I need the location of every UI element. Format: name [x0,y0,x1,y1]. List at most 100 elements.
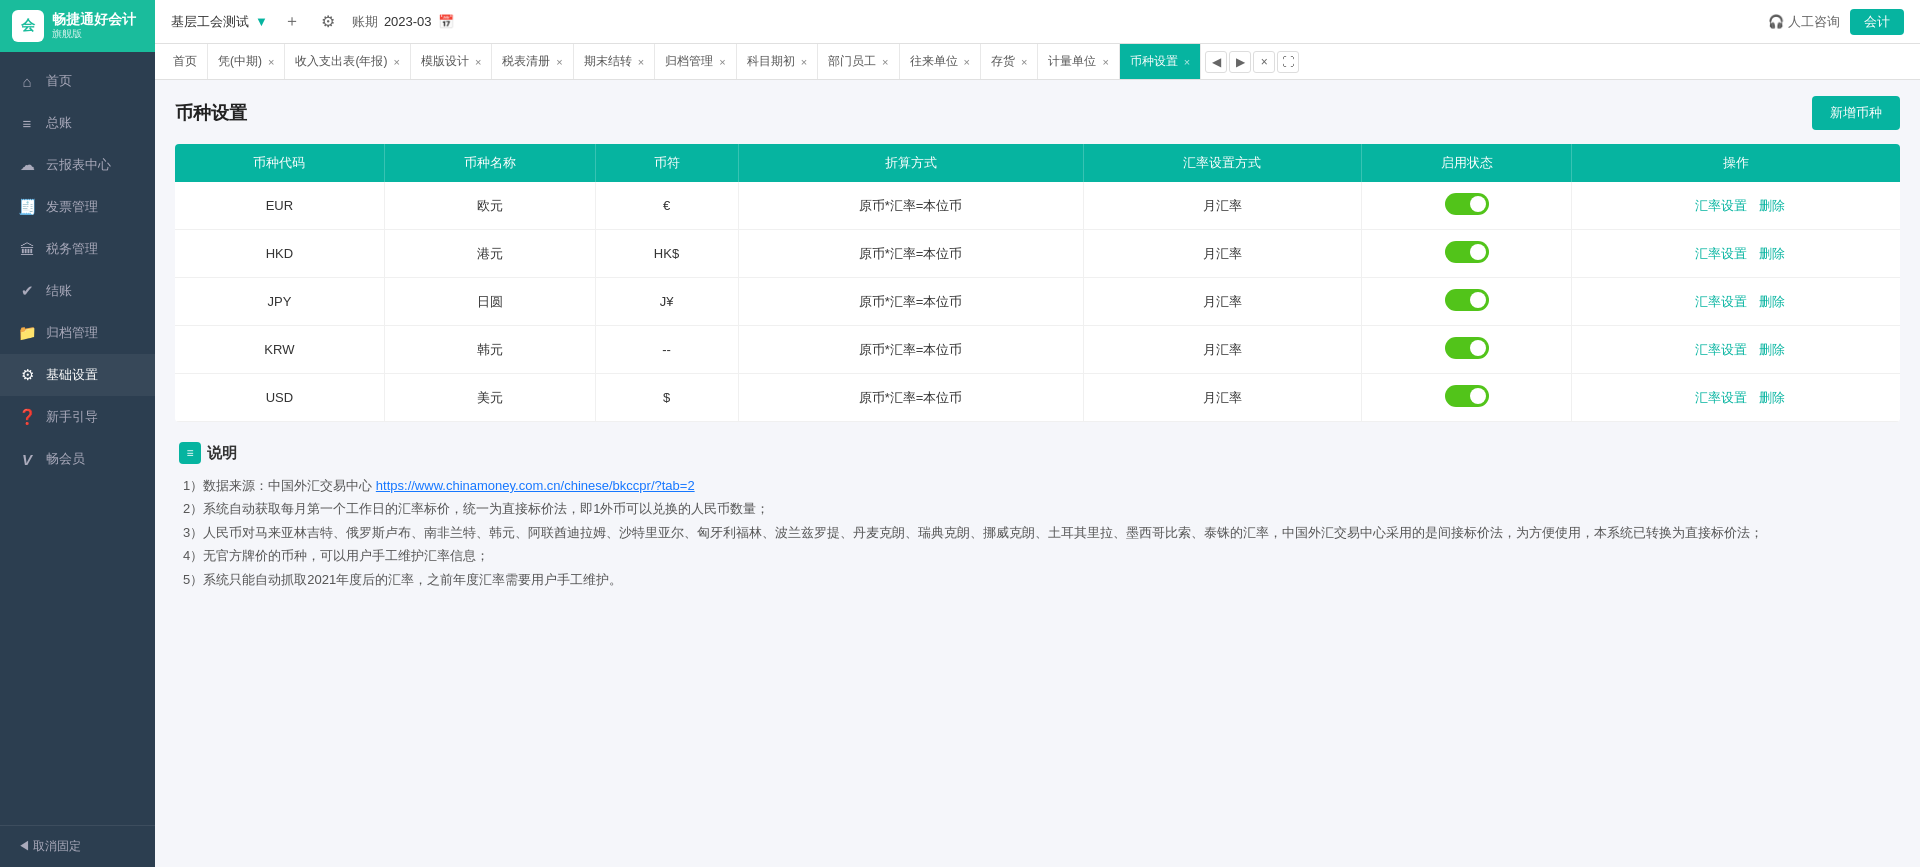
sidebar-item-checkout[interactable]: ✔ 结账 [0,270,155,312]
project-selector[interactable]: 基层工会测试 ▼ [171,13,268,31]
cell-code: HKD [175,230,384,278]
delete-link[interactable]: 删除 [1759,294,1785,309]
enable-toggle[interactable] [1445,193,1489,215]
col-status: 启用状态 [1361,144,1572,182]
notes-external-link[interactable]: https://www.chinamoney.com.cn/chinese/bk… [376,478,695,493]
sidebar-item-archive[interactable]: 📁 归档管理 [0,312,155,354]
rate-setting-link[interactable]: 汇率设置 [1695,342,1747,357]
rate-setting-link[interactable]: 汇率设置 [1695,198,1747,213]
tab-subjects[interactable]: 科目期初 × [737,44,818,80]
notes-title-text: 说明 [207,444,237,463]
rate-setting-link[interactable]: 汇率设置 [1695,246,1747,261]
tax-icon: 🏛 [18,241,36,258]
sidebar-item-invoice[interactable]: 🧾 发票管理 [0,186,155,228]
new-currency-btn[interactable]: 新增币种 [1812,96,1900,130]
tab-label: 凭(中期) [218,53,262,70]
enable-toggle[interactable] [1445,241,1489,263]
table-row: EUR 欧元 € 原币*汇率=本位币 月汇率 汇率设置 删除 [175,182,1900,230]
tab-close-icon[interactable]: × [964,56,970,68]
rate-setting-link[interactable]: 汇率设置 [1695,294,1747,309]
tab-close-icon[interactable]: × [882,56,888,68]
tab-label: 存货 [991,53,1015,70]
member-icon: V [18,451,36,468]
delete-link[interactable]: 删除 [1759,390,1785,405]
content-area: 币种设置 新增币种 币种代码 币种名称 币符 折算方式 汇率设置方式 启用状态 [155,80,1920,867]
rate-setting-link[interactable]: 汇率设置 [1695,390,1747,405]
add-project-btn[interactable]: ＋ [278,8,306,36]
tab-home[interactable]: 首页 [163,44,208,80]
topbar: 基层工会测试 ▼ ＋ ⚙ 账期 2023-03 📅 🎧 人工咨询 会计 [155,0,1920,44]
tab-close-icon[interactable]: × [1102,56,1108,68]
calendar-icon[interactable]: 📅 [438,14,454,29]
enable-toggle[interactable] [1445,385,1489,407]
col-code: 币种代码 [175,144,384,182]
tab-close-icon[interactable]: × [638,56,644,68]
help-label: 人工咨询 [1788,13,1840,31]
tab-tax[interactable]: 税表清册 × [492,44,573,80]
sidebar-item-member[interactable]: V 畅会员 [0,438,155,480]
enable-toggle[interactable] [1445,337,1489,359]
project-name: 基层工会测试 [171,13,249,31]
sidebar-item-label: 畅会员 [46,450,85,468]
settings-btn[interactable]: ⚙ [314,8,342,36]
tab-unit[interactable]: 计量单位 × [1038,44,1119,80]
col-symbol: 币符 [595,144,738,182]
tab-period[interactable]: 凭(中期) × [208,44,285,80]
delete-link[interactable]: 删除 [1759,246,1785,261]
tab-close-icon[interactable]: × [268,56,274,68]
enable-toggle[interactable] [1445,289,1489,311]
tab-prev-btn[interactable]: ◀ [1205,51,1227,73]
user-role-btn[interactable]: 会计 [1850,9,1904,35]
tab-close-icon[interactable]: × [475,56,481,68]
sidebar-item-guide[interactable]: ❓ 新手引导 [0,396,155,438]
currency-table-wrap: 币种代码 币种名称 币符 折算方式 汇率设置方式 启用状态 操作 EUR 欧元 … [175,144,1900,422]
cell-rate-type: 月汇率 [1083,278,1361,326]
ledger-icon: ≡ [18,115,36,132]
tab-close-icon[interactable]: × [1184,56,1190,68]
tab-close-all-btn[interactable]: × [1253,51,1275,73]
tab-close-icon[interactable]: × [1021,56,1027,68]
tab-dept[interactable]: 部门员工 × [818,44,899,80]
headset-icon: 🎧 [1768,14,1784,29]
sidebar-item-home[interactable]: ⌂ 首页 [0,60,155,102]
sidebar-item-ledger[interactable]: ≡ 总账 [0,102,155,144]
tab-income[interactable]: 收入支出表(年报) × [285,44,410,80]
cell-calc: 原币*汇率=本位币 [738,278,1083,326]
content-inner: 币种设置 新增币种 币种代码 币种名称 币符 折算方式 汇率设置方式 启用状态 [155,80,1920,607]
toggle-knob [1470,244,1486,260]
sidebar-item-label: 云报表中心 [46,156,111,174]
tab-period-end[interactable]: 期末结转 × [574,44,655,80]
toggle-knob [1470,196,1486,212]
tab-close-icon[interactable]: × [556,56,562,68]
tab-inventory[interactable]: 存货 × [981,44,1038,80]
tab-next-btn[interactable]: ▶ [1229,51,1251,73]
cell-code: EUR [175,182,384,230]
tab-close-icon[interactable]: × [801,56,807,68]
topbar-right: 🎧 人工咨询 会计 [1768,9,1904,35]
delete-link[interactable]: 删除 [1759,198,1785,213]
sidebar-item-label: 总账 [46,114,72,132]
help-btn[interactable]: 🎧 人工咨询 [1768,13,1840,31]
currency-table: 币种代码 币种名称 币符 折算方式 汇率设置方式 启用状态 操作 EUR 欧元 … [175,144,1900,422]
sidebar-item-label: 新手引导 [46,408,98,426]
notes-item: 1）数据来源：中国外汇交易中心 https://www.chinamoney.c… [179,474,1896,497]
delete-link[interactable]: 删除 [1759,342,1785,357]
tab-currency[interactable]: 币种设置 × [1120,44,1201,80]
sidebar-item-label: 结账 [46,282,72,300]
sidebar-collapse-btn[interactable]: ◀ 取消固定 [0,825,155,867]
cell-action: 汇率设置 删除 [1572,374,1900,422]
sidebar-item-reports[interactable]: ☁ 云报表中心 [0,144,155,186]
cell-name: 港元 [384,230,595,278]
tab-close-icon[interactable]: × [719,56,725,68]
cell-status [1361,278,1572,326]
col-calc: 折算方式 [738,144,1083,182]
tab-archive[interactable]: 归档管理 × [655,44,736,80]
tab-clients[interactable]: 往来单位 × [900,44,981,80]
sidebar-item-settings[interactable]: ⚙ 基础设置 [0,354,155,396]
sidebar-item-tax[interactable]: 🏛 税务管理 [0,228,155,270]
tab-close-icon[interactable]: × [393,56,399,68]
cell-calc: 原币*汇率=本位币 [738,374,1083,422]
tab-expand-btn[interactable]: ⛶ [1277,51,1299,73]
notes-item: 2）系统自动获取每月第一个工作日的汇率标价，统一为直接标价法，即1外币可以兑换的… [179,497,1896,520]
tab-template[interactable]: 模版设计 × [411,44,492,80]
